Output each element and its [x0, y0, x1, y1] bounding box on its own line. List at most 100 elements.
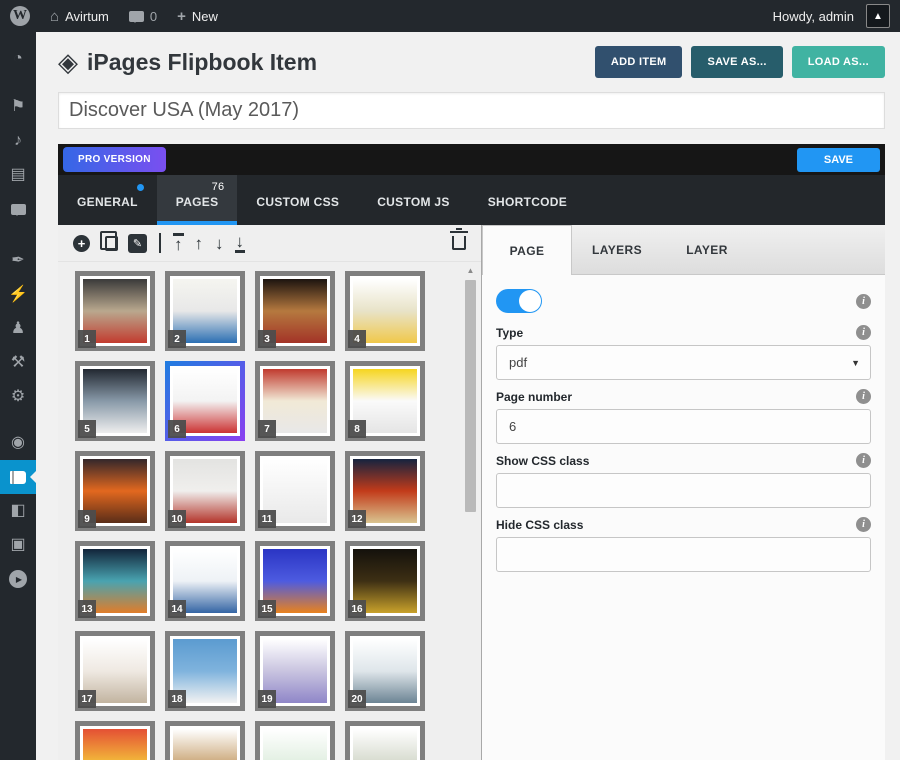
page-number-badge: 6	[168, 420, 186, 438]
tab-custom-js[interactable]: CUSTOM JS	[358, 175, 469, 225]
move-up-icon[interactable]: ↑	[194, 235, 205, 252]
page-thumbnail-21[interactable]: 21	[75, 721, 155, 760]
sidebar-item-tools[interactable]: ⚒	[0, 346, 36, 380]
type-select[interactable]: pdf ▼	[496, 345, 871, 380]
page-thumbnail-20[interactable]: 20	[345, 631, 425, 711]
wordpress-logo-icon: W	[10, 6, 30, 26]
page-thumbnail-17[interactable]: 17	[75, 631, 155, 711]
hide-css-class-input[interactable]	[496, 537, 871, 572]
sidebar-item-pages[interactable]: ▤	[0, 158, 36, 192]
page-thumbnail-23[interactable]: 23	[255, 721, 335, 760]
save-as-button[interactable]: SAVE AS...	[691, 46, 783, 78]
page-number-badge: 8	[348, 420, 366, 438]
info-icon[interactable]: i	[856, 325, 871, 340]
inspector-tab-layer[interactable]: LAYER	[662, 225, 752, 274]
posts-icon: ⚑	[10, 98, 26, 115]
page-thumbnail-11[interactable]: 11	[255, 451, 335, 531]
sidebar-item-video[interactable]: ▶	[0, 562, 36, 596]
move-to-bottom-icon[interactable]: ↓	[234, 233, 245, 253]
page-number-badge: 19	[258, 690, 276, 708]
add-icon[interactable]: +	[73, 234, 90, 252]
sidebar-item-appearance[interactable]: ✒	[0, 244, 36, 278]
hide-css-class-label: Hide CSS class	[496, 517, 584, 532]
tab-label: GENERAL	[77, 195, 138, 209]
show-css-class-input[interactable]	[496, 473, 871, 508]
video-icon: ▶	[9, 570, 27, 588]
new-menu[interactable]: + New	[167, 0, 228, 32]
sidebar-item-users[interactable]: ♟	[0, 312, 36, 346]
page-thumbnail-6[interactable]: 6	[165, 361, 245, 441]
tab-label: SHORTCODE	[487, 195, 568, 209]
page-number-badge: 1	[78, 330, 96, 348]
sidebar-item-comments[interactable]	[0, 192, 36, 226]
sidebar-item-settings[interactable]: ⚙	[0, 380, 36, 414]
sidebar-item-dashboard[interactable]: ◔	[0, 42, 36, 76]
tab-pages[interactable]: PAGES 76	[156, 175, 238, 225]
page-thumbnail-1[interactable]: 1	[75, 271, 155, 351]
page-thumbnail-10[interactable]: 10	[165, 451, 245, 531]
comments-menu[interactable]: 0	[119, 0, 167, 32]
page-thumbnail-4[interactable]: 4	[345, 271, 425, 351]
sidebar-item-ipages-flipbook[interactable]	[0, 460, 36, 494]
page-thumbnail-19[interactable]: 19	[255, 631, 335, 711]
tab-custom-css[interactable]: CUSTOM CSS	[237, 175, 358, 225]
page-number-badge: 7	[258, 420, 276, 438]
pro-version-button[interactable]: PRO VERSION	[63, 147, 166, 172]
page-thumbnail-15[interactable]: 15	[255, 541, 335, 621]
page-thumbnail-24[interactable]: 24	[345, 721, 425, 760]
info-icon[interactable]: i	[856, 389, 871, 404]
page-thumbnail-13[interactable]: 13	[75, 541, 155, 621]
inspector-tab-page[interactable]: PAGE	[482, 225, 572, 275]
sidebar-item-posts[interactable]: ⚑	[0, 90, 36, 124]
page-thumbnail-16[interactable]: 16	[345, 541, 425, 621]
page-thumbnail-9[interactable]: 9	[75, 451, 155, 531]
thumbnails-scrollbar[interactable]: ▲	[464, 266, 477, 756]
account-menu[interactable]: Howdy, admin ▲	[763, 0, 900, 32]
page-thumbnail-3[interactable]: 3	[255, 271, 335, 351]
scrollbar-handle[interactable]	[465, 280, 476, 512]
item-title-input[interactable]	[58, 92, 885, 129]
page-number-badge: 17	[78, 690, 96, 708]
page-number-badge: 16	[348, 600, 366, 618]
edit-icon[interactable]: ✎	[128, 233, 147, 253]
move-to-top-icon[interactable]: ↑	[173, 233, 184, 253]
page-thumbnail-5[interactable]: 5	[75, 361, 155, 441]
add-item-button[interactable]: ADD ITEM	[594, 46, 683, 78]
site-name-menu[interactable]: ⌂ Avirtum	[40, 0, 119, 32]
separator-icon	[159, 233, 161, 253]
page-thumbnail-12[interactable]: 12	[345, 451, 425, 531]
sidebar-item-media[interactable]: ♪	[0, 124, 36, 158]
sidebar-item-slides[interactable]: ◧	[0, 494, 36, 528]
page-title: iPages Flipbook Item	[87, 48, 318, 75]
save-button[interactable]: SAVE	[796, 147, 880, 172]
page-thumbnail-2[interactable]: 2	[165, 271, 245, 351]
sidebar-item-image[interactable]: ▣	[0, 528, 36, 562]
field-type: Type i pdf ▼	[496, 325, 871, 380]
inspector-tab-layers[interactable]: LAYERS	[572, 225, 662, 274]
page-thumbnail-14[interactable]: 14	[165, 541, 245, 621]
page-thumbnail-18[interactable]: 18	[165, 631, 245, 711]
tab-general[interactable]: GENERAL	[58, 175, 157, 225]
tab-shortcode[interactable]: SHORTCODE	[469, 175, 586, 225]
page-visible-toggle[interactable]	[496, 289, 542, 313]
page-thumbnail-8[interactable]: 8	[345, 361, 425, 441]
move-down-icon[interactable]: ↓	[214, 235, 225, 252]
page-number-badge: 5	[78, 420, 96, 438]
page-thumbnail-7[interactable]: 7	[255, 361, 335, 441]
sidebar-item-location[interactable]: ◉	[0, 426, 36, 460]
info-icon[interactable]: i	[856, 453, 871, 468]
info-icon[interactable]: i	[856, 293, 871, 309]
dashboard-icon: ◔	[13, 50, 23, 67]
duplicate-icon[interactable]	[100, 230, 118, 251]
type-selected-value: pdf	[509, 355, 528, 370]
sidebar-item-plugins[interactable]: ⚡	[0, 278, 36, 312]
delete-icon[interactable]	[450, 228, 468, 250]
wordpress-menu[interactable]: W	[0, 0, 40, 32]
page-number-input[interactable]	[496, 409, 871, 444]
page-thumbnail-22[interactable]: 22	[165, 721, 245, 760]
info-icon[interactable]: i	[856, 517, 871, 532]
load-as-button[interactable]: LOAD AS...	[791, 46, 885, 78]
scroll-up-icon[interactable]: ▲	[464, 266, 477, 275]
panel-top-bar: PRO VERSION SAVE	[58, 144, 885, 175]
page-number-badge: 11	[258, 510, 276, 528]
